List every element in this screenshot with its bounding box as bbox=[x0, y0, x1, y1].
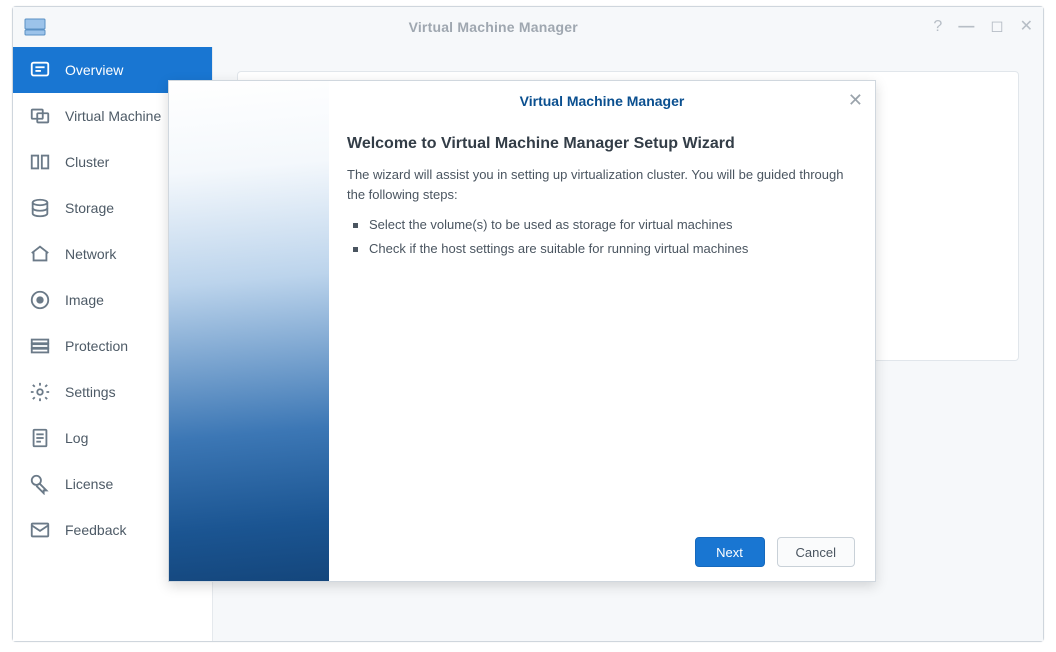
protection-icon bbox=[29, 335, 51, 357]
sidebar-item-label: Image bbox=[65, 292, 104, 308]
next-button[interactable]: Next bbox=[695, 537, 765, 567]
wizard-step: Check if the host settings are suitable … bbox=[351, 239, 847, 260]
app-title: Virtual Machine Manager bbox=[53, 19, 933, 35]
license-icon bbox=[29, 473, 51, 495]
settings-icon bbox=[29, 381, 51, 403]
wizard-description: The wizard will assist you in setting up… bbox=[347, 165, 847, 205]
dialog-main: Virtual Machine Manager ✕ Welcome to Vir… bbox=[329, 81, 875, 581]
wizard-step-list: Select the volume(s) to be used as stora… bbox=[347, 215, 847, 260]
sidebar-item-label: Virtual Machine bbox=[65, 108, 161, 124]
feedback-icon bbox=[29, 519, 51, 541]
vm-icon bbox=[29, 105, 51, 127]
setup-wizard-dialog: Virtual Machine Manager ✕ Welcome to Vir… bbox=[168, 80, 876, 582]
sidebar-item-label: Protection bbox=[65, 338, 128, 354]
cluster-icon bbox=[29, 151, 51, 173]
app-icon bbox=[23, 15, 47, 39]
wizard-heading: Welcome to Virtual Machine Manager Setup… bbox=[347, 135, 847, 153]
cancel-button[interactable]: Cancel bbox=[777, 537, 855, 567]
image-icon bbox=[29, 289, 51, 311]
wizard-step: Select the volume(s) to be used as stora… bbox=[351, 215, 847, 236]
help-icon[interactable]: ? bbox=[933, 19, 942, 35]
dialog-footer: Next Cancel bbox=[329, 523, 875, 581]
sidebar-item-label: Settings bbox=[65, 384, 116, 400]
sidebar-item-label: Network bbox=[65, 246, 116, 262]
window-controls: ? — ◻ ✕ bbox=[933, 19, 1033, 35]
sidebar-item-label: Feedback bbox=[65, 522, 126, 538]
sidebar-item-label: License bbox=[65, 476, 113, 492]
sidebar-item-label: Cluster bbox=[65, 154, 109, 170]
minimize-icon[interactable]: — bbox=[958, 19, 974, 35]
sidebar-item-label: Log bbox=[65, 430, 88, 446]
maximize-icon[interactable]: ◻ bbox=[990, 19, 1003, 35]
sidebar-item-label: Storage bbox=[65, 200, 114, 216]
title-bar: Virtual Machine Manager ? — ◻ ✕ bbox=[13, 7, 1043, 47]
dialog-title: Virtual Machine Manager bbox=[520, 93, 685, 109]
network-icon bbox=[29, 243, 51, 265]
dialog-sidebar-graphic bbox=[169, 81, 329, 581]
overview-icon bbox=[29, 59, 51, 81]
close-icon[interactable]: ✕ bbox=[1020, 19, 1033, 35]
log-icon bbox=[29, 427, 51, 449]
dialog-close-icon[interactable]: ✕ bbox=[848, 91, 863, 109]
dialog-body: Welcome to Virtual Machine Manager Setup… bbox=[329, 121, 875, 523]
sidebar-item-label: Overview bbox=[65, 62, 123, 78]
dialog-header: Virtual Machine Manager ✕ bbox=[329, 81, 875, 121]
storage-icon bbox=[29, 197, 51, 219]
